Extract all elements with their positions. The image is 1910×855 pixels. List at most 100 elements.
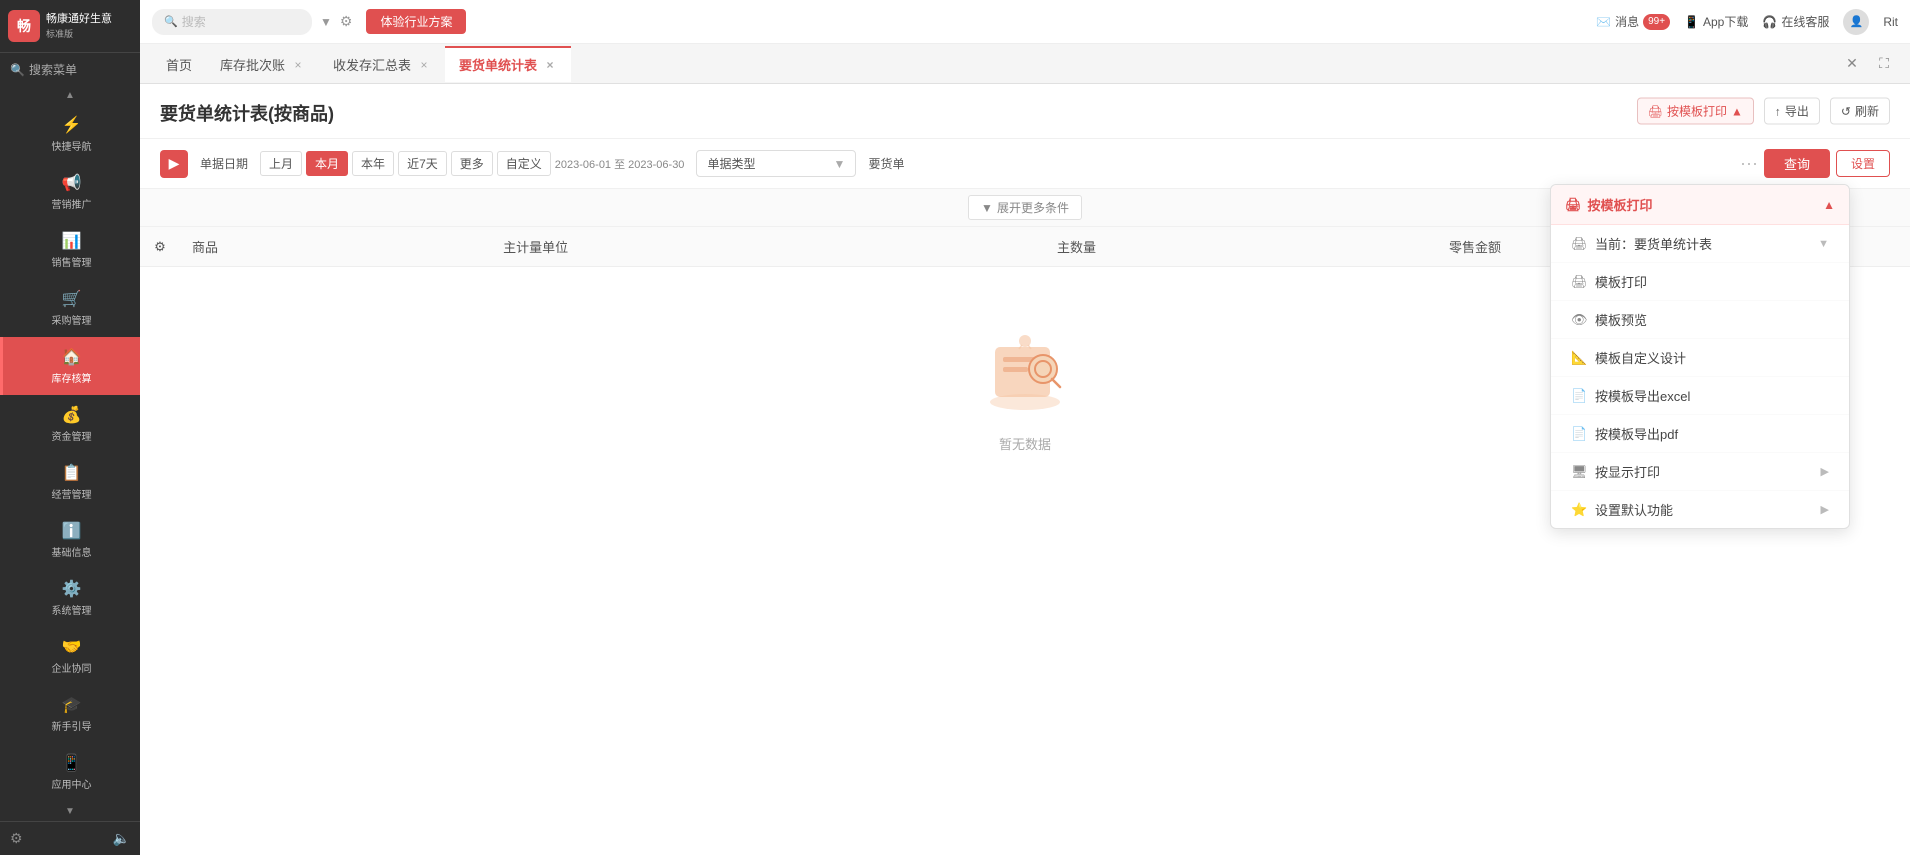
online-service-icon: 🎧 bbox=[1762, 15, 1777, 29]
table-gear-icon[interactable]: ⚙ bbox=[154, 239, 166, 254]
topbar-gear-icon[interactable]: ⚙ bbox=[340, 13, 353, 30]
close-all-tabs-button[interactable]: ✕ bbox=[1838, 50, 1866, 78]
empty-text: 暂无数据 bbox=[999, 434, 1051, 453]
date-btn-more[interactable]: 更多 bbox=[451, 151, 493, 176]
marketing-icon: 📢 bbox=[62, 173, 82, 193]
dropdown-template-excel[interactable]: 📄 按模板导出excel bbox=[1551, 377, 1849, 415]
settings-icon[interactable]: ⚙ bbox=[10, 830, 23, 847]
tabs-bar: 首页 库存批次账 × 收发存汇总表 × 要货单统计表 × ✕ ⛶ bbox=[140, 44, 1910, 84]
dropdown-chevron-icon[interactable]: ▼ bbox=[320, 15, 332, 29]
sidebar-item-marketing[interactable]: 📢 营销推广 bbox=[0, 163, 140, 221]
template-print-item-icon: 🖨 bbox=[1571, 274, 1587, 290]
dropdown-template-pdf[interactable]: 📄 按模板导出pdf bbox=[1551, 415, 1849, 453]
sku-filter-label: 要货单 bbox=[868, 155, 904, 172]
system-icon: ⚙️ bbox=[62, 579, 82, 599]
maximize-button[interactable]: ⛶ bbox=[1870, 50, 1898, 78]
filter-bar: ▶ 单据日期 上月 本月 本年 近7天 更多 自定义 2023-06-01 至 … bbox=[140, 139, 1910, 189]
dropdown-display-print[interactable]: 🖥 按显示打印 ▶ bbox=[1551, 453, 1849, 491]
username[interactable]: Rit bbox=[1883, 15, 1898, 29]
print-icon: 🖨 bbox=[1648, 104, 1663, 118]
tabs-right-actions: ✕ ⛶ bbox=[1838, 50, 1898, 78]
date-btn-custom[interactable]: 自定义 bbox=[497, 151, 551, 176]
sidebar-item-finance[interactable]: 💰 资金管理 bbox=[0, 395, 140, 453]
tab-requisition-stats-label: 要货单统计表 bbox=[459, 55, 537, 74]
expand-more-button[interactable]: ▼ 展开更多条件 bbox=[968, 195, 1082, 220]
logo-icon: 畅 bbox=[8, 10, 40, 42]
sidebar-item-label: 采购管理 bbox=[52, 312, 92, 327]
messages-badge: 99+ bbox=[1643, 14, 1670, 30]
tab-batch-account-close[interactable]: × bbox=[291, 58, 305, 72]
sidebar-item-corp[interactable]: 🤝 企业协同 bbox=[0, 627, 140, 685]
sidebar-scroll-up[interactable]: ▲ bbox=[0, 86, 140, 105]
tab-home-label: 首页 bbox=[166, 55, 192, 74]
date-btn-this-month[interactable]: 本月 bbox=[306, 151, 348, 176]
tab-batch-account[interactable]: 库存批次账 × bbox=[206, 46, 319, 82]
empty-icon bbox=[975, 327, 1075, 422]
more-options-icon[interactable]: ··· bbox=[1740, 153, 1758, 174]
dropdown-template-print[interactable]: 🖨 模板打印 bbox=[1551, 263, 1849, 301]
messages-action[interactable]: ✉️ 消息 99+ bbox=[1596, 13, 1670, 30]
avatar-placeholder: 👤 bbox=[1849, 15, 1863, 28]
display-print-chevron-icon: ▶ bbox=[1821, 465, 1829, 478]
sidebar-item-sales[interactable]: 📊 销售管理 bbox=[0, 221, 140, 279]
top-bar-search[interactable]: 🔍 搜索 bbox=[152, 9, 312, 35]
template-excel-icon: 📄 bbox=[1571, 388, 1587, 404]
tab-receivable-summary[interactable]: 收发存汇总表 × bbox=[319, 46, 445, 82]
refresh-button[interactable]: ↺ 刷新 bbox=[1830, 98, 1890, 125]
tab-home[interactable]: 首页 bbox=[152, 46, 206, 82]
filter-expand-button[interactable]: ▶ bbox=[160, 150, 188, 178]
sidebar-item-label: 新手引导 bbox=[52, 718, 92, 733]
export-icon: ↑ bbox=[1775, 104, 1781, 118]
export-button[interactable]: ↑ 导出 bbox=[1764, 98, 1820, 125]
sidebar-item-label: 经营管理 bbox=[52, 486, 92, 501]
sidebar-item-system[interactable]: ⚙️ 系统管理 bbox=[0, 569, 140, 627]
set-default-chevron-icon: ▶ bbox=[1821, 503, 1829, 516]
sidebar-bottom: ⚙ 🔈 bbox=[0, 821, 140, 855]
dropdown-template-preview[interactable]: 👁 模板预览 bbox=[1551, 301, 1849, 339]
trial-button[interactable]: 体验行业方案 bbox=[366, 9, 466, 34]
app-download-icon: 📱 bbox=[1684, 15, 1699, 29]
tab-receivable-summary-close[interactable]: × bbox=[417, 58, 431, 72]
finance-icon: 💰 bbox=[62, 405, 82, 425]
date-btn-last-7-days[interactable]: 近7天 bbox=[398, 151, 447, 176]
sidebar-item-app-center[interactable]: 📱 应用中心 bbox=[0, 743, 140, 801]
sidebar-item-quick-nav[interactable]: ⚡ 快捷导航 bbox=[0, 105, 140, 163]
tab-receivable-summary-label: 收发存汇总表 bbox=[333, 55, 411, 74]
settings-button[interactable]: 设置 bbox=[1836, 150, 1890, 177]
sidebar-item-purchase[interactable]: 🛒 采购管理 bbox=[0, 279, 140, 337]
logo-badge: 标准版 bbox=[46, 27, 112, 40]
dropdown-template-custom[interactable]: 📐 模板自定义设计 bbox=[1551, 339, 1849, 377]
page-header-actions: 🖨 按模板打印 ▲ ↑ 导出 ↺ 刷新 bbox=[1637, 98, 1890, 125]
tab-requisition-stats[interactable]: 要货单统计表 × bbox=[445, 46, 571, 82]
sidebar-item-label: 系统管理 bbox=[52, 602, 92, 617]
online-service-action[interactable]: 🎧 在线客服 bbox=[1762, 13, 1829, 30]
sidebar-scroll-down[interactable]: ▼ bbox=[0, 802, 140, 821]
dropdown-set-default[interactable]: ⭐ 设置默认功能 ▶ bbox=[1551, 491, 1849, 528]
online-service-label: 在线客服 bbox=[1781, 13, 1829, 30]
sound-icon[interactable]: 🔈 bbox=[113, 830, 130, 847]
app-download-action[interactable]: 📱 App下载 bbox=[1684, 13, 1748, 30]
avatar: 👤 bbox=[1843, 9, 1869, 35]
sidebar-item-basic[interactable]: ℹ️ 基础信息 bbox=[0, 511, 140, 569]
date-btn-last-month[interactable]: 上月 bbox=[260, 151, 302, 176]
inventory-icon: 🏠 bbox=[62, 347, 82, 367]
type-filter-select[interactable]: 单据类型 ▼ bbox=[696, 150, 856, 177]
query-button[interactable]: 查询 bbox=[1764, 149, 1830, 178]
sidebar: 畅 畅康通好生意 标准版 🔍 搜索菜单 ▲ ⚡ 快捷导航 📢 营销推广 📊 销售… bbox=[0, 0, 140, 855]
sidebar-search[interactable]: 🔍 搜索菜单 bbox=[0, 53, 140, 86]
template-print-button[interactable]: 🖨 按模板打印 ▲ bbox=[1637, 98, 1754, 125]
tab-requisition-stats-close[interactable]: × bbox=[543, 58, 557, 72]
sidebar-item-inventory[interactable]: 🏠 库存核算 bbox=[0, 337, 140, 395]
sales-icon: 📊 bbox=[62, 231, 82, 251]
sidebar-item-operations[interactable]: 📋 经营管理 bbox=[0, 453, 140, 511]
template-custom-label: 模板自定义设计 bbox=[1595, 348, 1686, 367]
set-default-label: 设置默认功能 bbox=[1595, 500, 1673, 519]
dropdown-current-item[interactable]: 🖨 当前：要货单统计表 ▼ bbox=[1551, 225, 1849, 263]
dropdown-collapse-chevron-icon[interactable]: ▲ bbox=[1823, 198, 1835, 212]
quick-nav-icon: ⚡ bbox=[62, 115, 82, 135]
date-btn-this-year[interactable]: 本年 bbox=[352, 151, 394, 176]
template-print-label: 模板打印 bbox=[1595, 272, 1647, 291]
col-header-quantity: 主数量 bbox=[1045, 227, 1437, 267]
print-btn-label: 按模板打印 bbox=[1667, 103, 1727, 120]
sidebar-item-newbie[interactable]: 🎓 新手引导 bbox=[0, 685, 140, 743]
